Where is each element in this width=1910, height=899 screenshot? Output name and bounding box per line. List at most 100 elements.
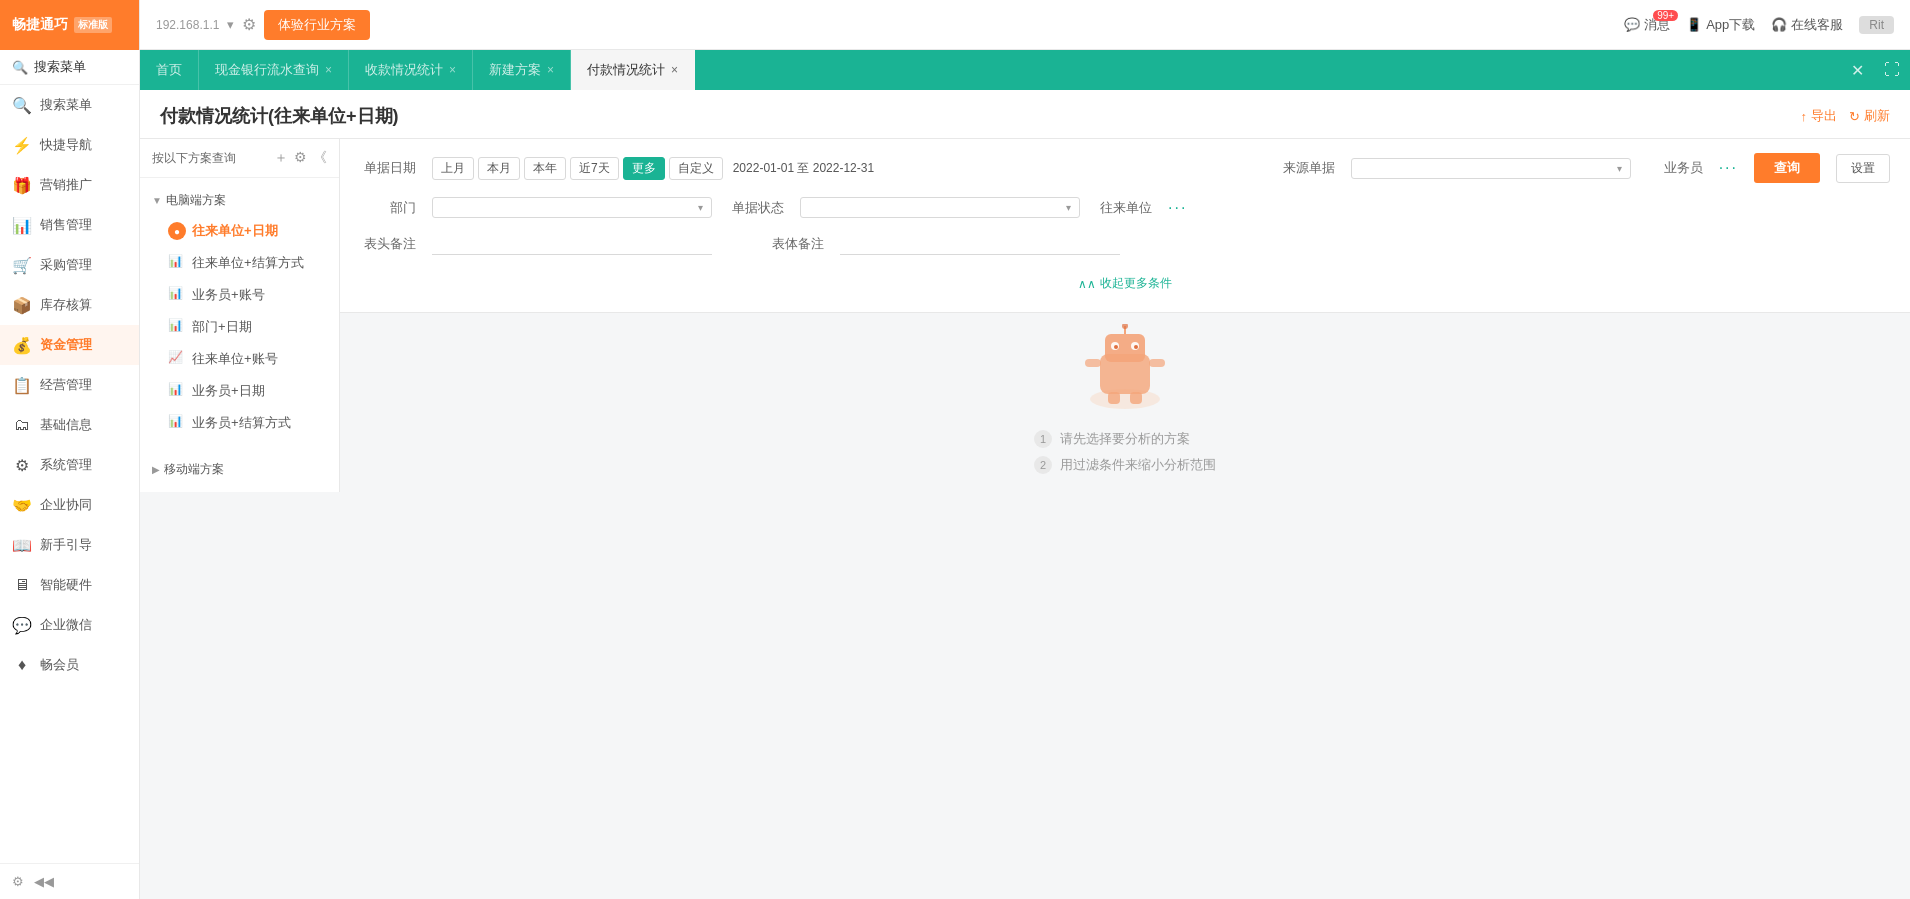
this-year-btn[interactable]: 本年 [524,157,566,180]
mobile-section: ▶ 移动端方案 [140,447,339,492]
sidebar-item-icon-basic: 🗂 [12,415,32,435]
topbar-app-download[interactable]: 📱 App下载 [1686,16,1755,34]
tree-item-staff-settle[interactable]: 📊 业务员+结算方式 [140,407,339,439]
tab-new-plan-close[interactable]: × [547,63,554,77]
dept-chevron-icon: ▾ [698,202,703,213]
sidebar-item-label-inventory: 库存核算 [40,296,92,314]
tab-cash-bank[interactable]: 现金银行流水查询 × [199,50,349,90]
tab-cash-bank-close[interactable]: × [325,63,332,77]
last-month-btn[interactable]: 上月 [432,157,474,180]
this-month-btn[interactable]: 本月 [478,157,520,180]
tab-payment-stats[interactable]: 付款情况统计 × [571,50,695,90]
left-panel-collapse-icon[interactable]: 《 [313,149,327,167]
tree-item-staff-date-label: 业务员+日期 [192,382,265,400]
sidebar-item-sales[interactable]: 📊销售管理 [0,205,139,245]
sidebar-search-item[interactable]: 🔍 搜索菜单 [0,50,139,85]
sidebar-item-operation[interactable]: 📋经营管理 [0,365,139,405]
sidebar: 畅捷通巧 标准版 🔍 搜索菜单 🔍搜索菜单⚡快捷导航🎁营销推广📊销售管理🛒采购管… [0,0,140,899]
sidebar-item-icon-purchase: 🛒 [12,255,32,275]
right-panel: 单据日期 上月 本月 本年 近7天 更多 自定义 2022-01-01 至 20… [340,139,1910,492]
tree-item-staff-account[interactable]: 📊 业务员+账号 [140,279,339,311]
topbar-right: 💬 消息 99+ 📱 App下载 🎧 在线客服 Rit [1624,16,1894,34]
filter-row-1: 单据日期 上月 本月 本年 近7天 更多 自定义 2022-01-01 至 20… [360,153,1890,183]
close-all-tabs-icon[interactable]: ✕ [1841,61,1874,80]
sidebar-item-guide[interactable]: 📖新手引导 [0,525,139,565]
tab-receipt-stats[interactable]: 收款情况统计 × [349,50,473,90]
sidebar-item-label-basic: 基础信息 [40,416,92,434]
more-btn[interactable]: 更多 [623,157,665,180]
chart-icon-4: 📈 [168,350,186,368]
sidebar-item-label-purchase: 采购管理 [40,256,92,274]
mobile-section-expand-icon: ▶ [152,464,160,475]
svg-rect-10 [1149,359,1165,367]
dept-select[interactable]: ▾ [432,197,712,218]
hint-text-2: 用过滤条件来缩小分析范围 [1060,456,1216,474]
tab-home[interactable]: 首页 [140,50,199,90]
topbar-user[interactable]: Rit [1859,16,1894,34]
sidebar-collapse-icon[interactable]: ◀◀ [34,874,54,889]
trial-btn[interactable]: 体验行业方案 [264,10,370,40]
topbar-chevron-icon: ▾ [227,17,234,32]
last-7-btn[interactable]: 近7天 [570,157,619,180]
left-panel-add-icon[interactable]: ＋ [274,149,288,167]
sidebar-item-marketing[interactable]: 🎁营销推广 [0,165,139,205]
sidebar-item-wechat[interactable]: 💬企业微信 [0,605,139,645]
pc-section-header[interactable]: ▼ 电脑端方案 [140,186,339,215]
staff-dots[interactable]: ··· [1719,159,1738,177]
tree-item-staff-date[interactable]: 📊 业务员+日期 [140,375,339,407]
table-header-note-input[interactable] [432,232,712,255]
filter-settings-btn[interactable]: 设置 [1836,154,1890,183]
sidebar-search-label: 搜索菜单 [34,58,86,76]
table-body-note-input[interactable] [840,232,1120,255]
voucher-status-label: 单据状态 [728,199,784,217]
tab-new-plan-label: 新建方案 [489,61,541,79]
sidebar-item-inventory[interactable]: 📦库存核算 [0,285,139,325]
main-area: 192.168.1.1 ▾ ⚙ 体验行业方案 💬 消息 99+ 📱 App下载 … [140,0,1910,899]
tree-item-partner-account[interactable]: 📈 往来单位+账号 [140,343,339,375]
sidebar-item-search[interactable]: 🔍搜索菜单 [0,85,139,125]
tab-receipt-stats-close[interactable]: × [449,63,456,77]
tree-item-dept-date[interactable]: 📊 部门+日期 [140,311,339,343]
tab-new-plan[interactable]: 新建方案 × [473,50,571,90]
collapse-conditions-btn[interactable]: ∧∧ 收起更多条件 [1058,269,1192,298]
sidebar-item-basic[interactable]: 🗂 基础信息 [0,405,139,445]
sidebar-item-enterprise[interactable]: 🤝企业协同 [0,485,139,525]
voucher-status-select[interactable]: ▾ [800,197,1080,218]
topbar-customer-service[interactable]: 🎧 在线客服 [1771,16,1843,34]
tree-item-partner-date[interactable]: ● 往来单位+日期 [140,215,339,247]
message-badge: 99+ [1653,10,1678,21]
sidebar-item-vip[interactable]: ♦畅会员 [0,645,139,685]
pc-section-label: 电脑端方案 [166,192,226,209]
svg-rect-11 [1108,392,1120,404]
search-icon: 🔍 [12,60,28,75]
maximize-icon[interactable]: ⛶ [1874,61,1910,79]
export-btn[interactable]: ↑ 导出 [1801,107,1838,125]
empty-state-area: 1 请先选择要分析的方案 2 用过滤条件来缩小分析范围 [340,313,1910,492]
topbar-messages[interactable]: 💬 消息 99+ [1624,16,1670,34]
sidebar-item-system[interactable]: ⚙系统管理 [0,445,139,485]
sidebar-item-label-hardware: 智能硬件 [40,576,92,594]
sidebar-item-capital[interactable]: 💰资金管理 [0,325,139,365]
chart-icon-6: 📊 [168,414,186,432]
mobile-section-header[interactable]: ▶ 移动端方案 [140,455,339,484]
staff-label: 业务员 [1647,159,1703,177]
query-btn[interactable]: 查询 [1754,153,1820,183]
left-panel-header: 按以下方案查询 ＋ ⚙ 《 [140,139,339,178]
page-actions: ↑ 导出 ↻ 刷新 [1801,107,1891,125]
partner-dots[interactable]: ··· [1168,199,1187,217]
tree-item-partner-settle[interactable]: 📊 往来单位+结算方式 [140,247,339,279]
sidebar-item-purchase[interactable]: 🛒 采购管理 [0,245,139,285]
left-panel-settings-icon[interactable]: ⚙ [294,149,307,167]
sidebar-settings-icon[interactable]: ⚙ [12,874,24,889]
tab-payment-stats-close[interactable]: × [671,63,678,77]
hint-item-1: 1 请先选择要分析的方案 [1034,430,1216,448]
sidebar-item-hardware[interactable]: 🖥智能硬件 [0,565,139,605]
sidebar-item-quick-nav[interactable]: ⚡快捷导航 [0,125,139,165]
empty-hints: 1 请先选择要分析的方案 2 用过滤条件来缩小分析范围 [1034,430,1216,482]
refresh-btn[interactable]: ↻ 刷新 [1849,107,1890,125]
topbar-settings-icon[interactable]: ⚙ [242,15,256,34]
tab-home-label: 首页 [156,61,182,79]
svg-rect-2 [1105,334,1145,362]
custom-btn[interactable]: 自定义 [669,157,723,180]
source-select[interactable]: ▾ [1351,158,1631,179]
